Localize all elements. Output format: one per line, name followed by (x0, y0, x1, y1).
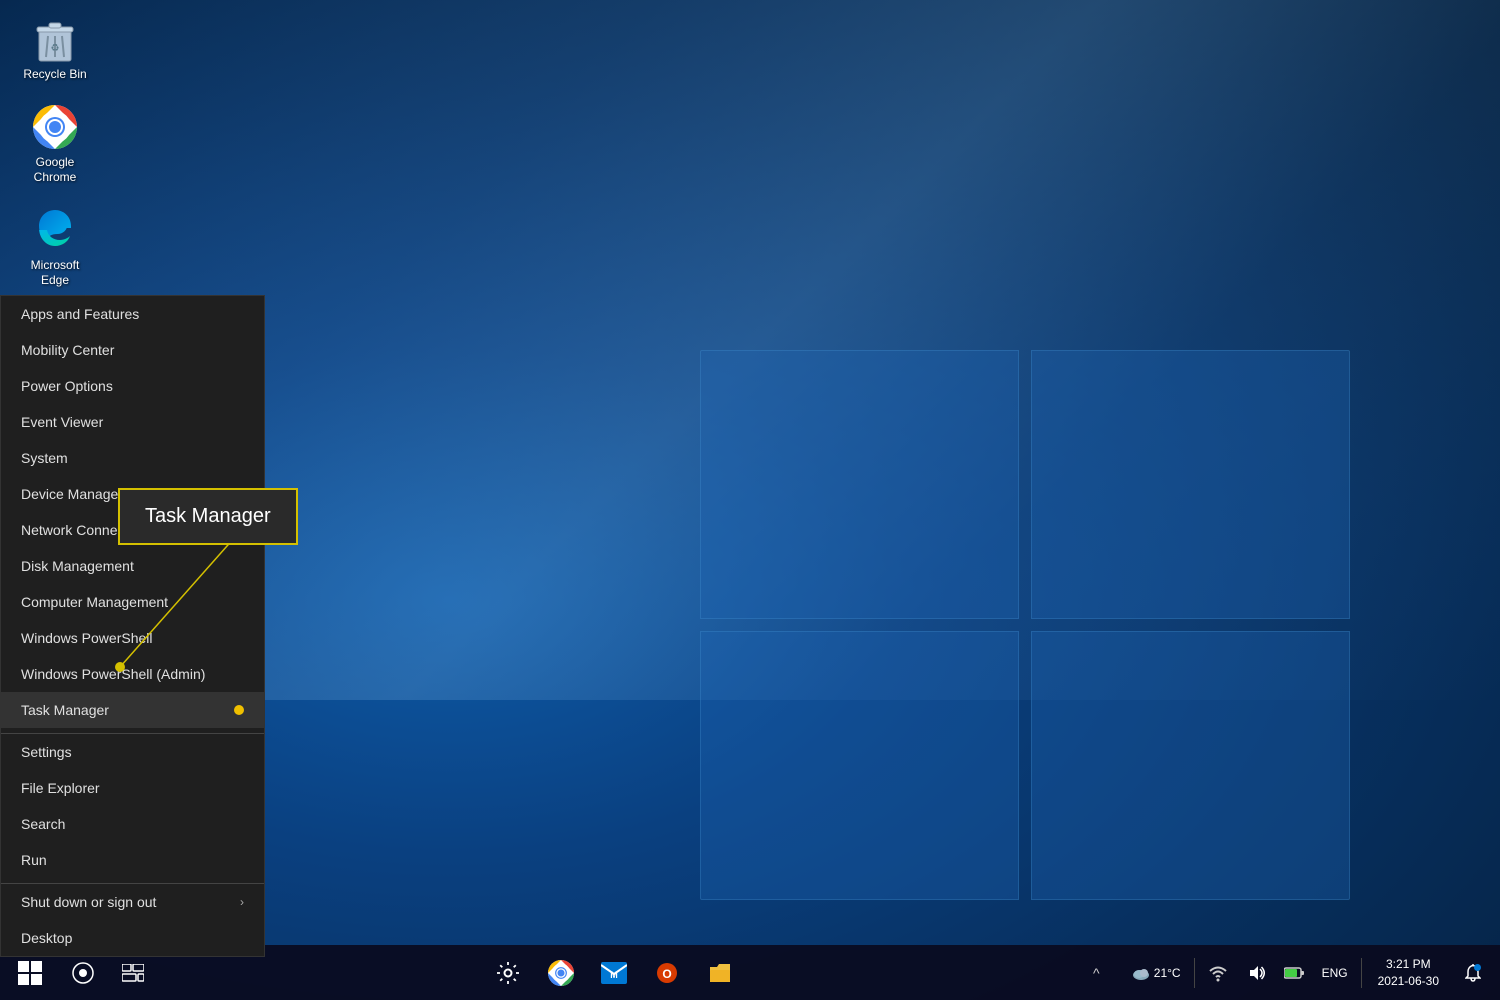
taskbar-mail-icon[interactable]: M (592, 945, 637, 1000)
tray-divider2 (1361, 958, 1362, 988)
wifi-icon (1209, 964, 1227, 982)
context-menu: Apps and Features Mobility Center Power … (0, 295, 265, 957)
menu-item-search[interactable]: Search (1, 806, 264, 842)
win-pane-2 (1031, 350, 1350, 619)
recycle-bin-image: ♻ (31, 15, 79, 63)
notification-icon (1465, 964, 1481, 982)
tray-divider (1194, 958, 1195, 988)
weather-widget[interactable]: 21°C (1127, 945, 1186, 1000)
svg-text:M: M (611, 970, 619, 980)
clock-widget[interactable]: 3:21 PM 2021-06-30 (1370, 956, 1447, 990)
volume-icon[interactable] (1241, 945, 1271, 1000)
menu-item-desktop[interactable]: Desktop (1, 920, 264, 956)
language-button[interactable]: ENG (1317, 945, 1353, 1000)
tray-expand-button[interactable]: ^ (1074, 945, 1119, 1000)
desktop: ♻ Recycle Bin (0, 0, 1500, 1000)
chrome-image (31, 103, 79, 151)
file-explorer-icon (708, 962, 732, 984)
chevron-right-icon: › (240, 895, 244, 909)
recycle-bin-icon[interactable]: ♻ Recycle Bin (10, 10, 100, 88)
windows-logo-icon (18, 961, 42, 985)
taskbar-office-icon[interactable]: O (645, 945, 690, 1000)
notification-button[interactable] (1455, 945, 1490, 1000)
menu-item-event-viewer[interactable]: Event Viewer (1, 404, 264, 440)
search-circle-icon (72, 962, 94, 984)
battery-icon[interactable] (1279, 945, 1309, 1000)
task-manager-indicator (234, 705, 244, 715)
chevron-up-icon: ^ (1093, 965, 1100, 981)
taskbar-right: ^ 21°C (1074, 945, 1500, 1000)
edge-label: Microsoft Edge (15, 258, 95, 289)
taskbar-chrome-icon[interactable] (539, 945, 584, 1000)
edge-image (31, 206, 79, 254)
menu-item-windows-powershell-admin[interactable]: Windows PowerShell (Admin) (1, 656, 264, 692)
win-pane-3 (700, 631, 1019, 900)
menu-item-apps-features[interactable]: Apps and Features (1, 296, 264, 332)
google-chrome-icon[interactable]: Google Chrome (10, 98, 100, 191)
svg-text:♻: ♻ (51, 43, 60, 54)
win-pane-4 (1031, 631, 1350, 900)
menu-item-system[interactable]: System (1, 440, 264, 476)
menu-item-disk-management[interactable]: Disk Management (1, 548, 264, 584)
task-manager-tooltip: Task Manager (118, 488, 298, 545)
menu-item-settings[interactable]: Settings (1, 733, 264, 770)
svg-text:O: O (663, 967, 672, 981)
menu-item-shut-down[interactable]: Shut down or sign out › (1, 883, 264, 920)
microsoft-edge-icon[interactable]: Microsoft Edge (10, 201, 100, 294)
win-pane-1 (700, 350, 1019, 619)
menu-item-mobility-center[interactable]: Mobility Center (1, 332, 264, 368)
windows-logo-decoration (700, 350, 1350, 900)
taskbar-file-explorer-icon[interactable] (698, 945, 743, 1000)
speaker-icon (1247, 964, 1265, 982)
menu-item-task-manager[interactable]: Task Manager (1, 692, 264, 728)
tooltip-text: Task Manager (145, 505, 271, 527)
chrome-label: Google Chrome (15, 155, 95, 186)
taskbar-center: M O (486, 945, 743, 1000)
date-display: 2021-06-30 (1378, 973, 1439, 990)
gear-icon (497, 962, 519, 984)
network-icon[interactable] (1203, 945, 1233, 1000)
menu-item-power-options[interactable]: Power Options (1, 368, 264, 404)
battery-icon (1284, 967, 1304, 979)
menu-item-run[interactable]: Run (1, 842, 264, 878)
taskbar-settings-icon[interactable] (486, 945, 531, 1000)
temperature-display: 21°C (1154, 966, 1181, 980)
language-display: ENG (1322, 966, 1348, 980)
cloud-icon (1132, 964, 1150, 982)
recycle-bin-label: Recycle Bin (23, 67, 86, 83)
mail-icon: M (601, 962, 627, 984)
menu-item-windows-powershell[interactable]: Windows PowerShell (1, 620, 264, 656)
time-display: 3:21 PM (1386, 956, 1431, 973)
desktop-icons-container: ♻ Recycle Bin (10, 10, 100, 294)
menu-item-computer-management[interactable]: Computer Management (1, 584, 264, 620)
menu-item-file-explorer[interactable]: File Explorer (1, 770, 264, 806)
task-view-icon (122, 964, 144, 982)
office-icon: O (655, 961, 679, 985)
chrome-taskbar-icon (548, 960, 574, 986)
